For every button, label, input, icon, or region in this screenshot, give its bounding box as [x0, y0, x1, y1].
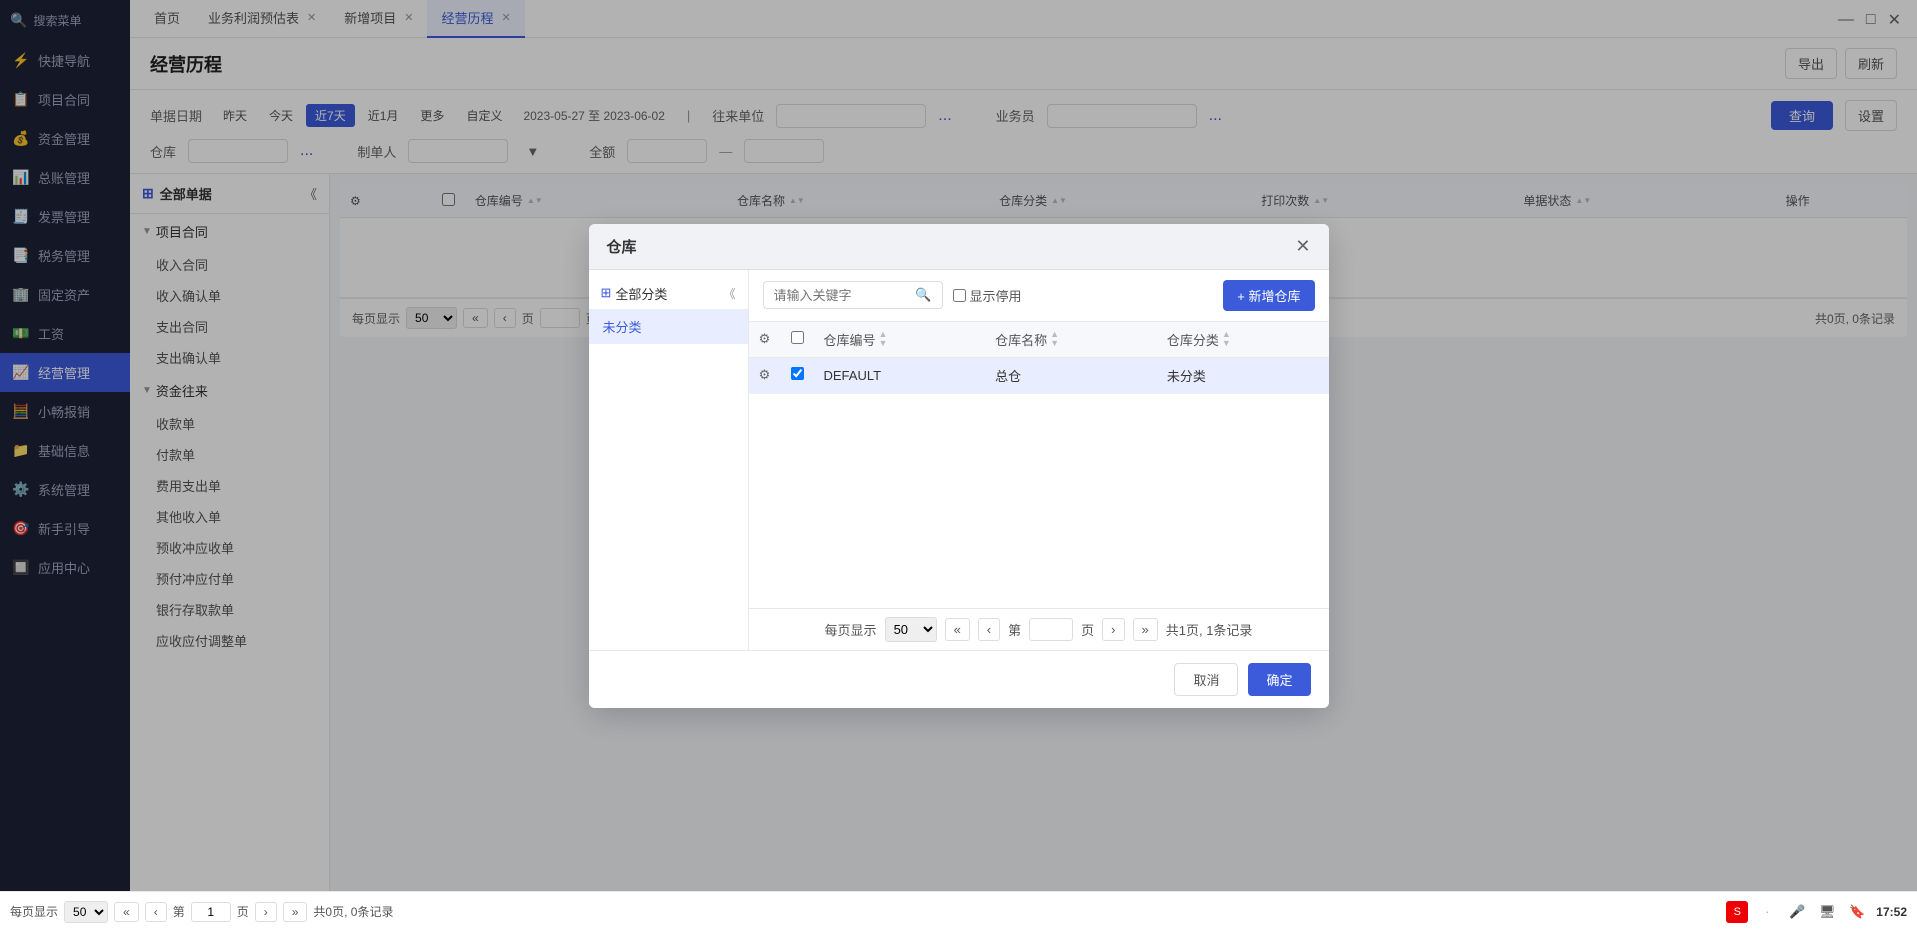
dialog-category-uncategorized[interactable]: 未分类	[589, 309, 748, 344]
dialog-close-button[interactable]: ✕	[1295, 236, 1310, 257]
dialog-row-category: 未分类	[1157, 357, 1329, 393]
dialog-pagination: 每页显示 50 100 « ‹ 第 1 页 › » 共1页, 1条记录	[749, 608, 1329, 650]
dialog-current-page[interactable]: 1	[1029, 618, 1073, 641]
dialog-row-code: DEFAULT	[814, 357, 986, 393]
dialog-toolbar: 🔍 显示停用 + 新增仓库	[749, 270, 1329, 322]
dialog-search-input[interactable]	[774, 288, 912, 303]
taskbar-page-suffix: 页	[237, 903, 249, 920]
dialog-row-name: 总仓	[985, 357, 1157, 393]
dialog-th-check[interactable]	[781, 322, 814, 358]
taskbar-first-page[interactable]: «	[130, 902, 139, 922]
dialog-footer: 取消 确定	[589, 650, 1329, 708]
taskbar-current-page[interactable]	[191, 902, 231, 922]
dialog-select-all[interactable]	[791, 331, 804, 344]
taskbar-time: 17:52	[1876, 905, 1907, 919]
dialog-prev-page[interactable]: ‹	[978, 618, 1000, 641]
dialog-th-name: 仓库名称 ▲▼	[985, 322, 1157, 358]
taskbar-last-page[interactable]: »	[283, 902, 308, 922]
confirm-button[interactable]: 确定	[1248, 663, 1310, 696]
dialog-header: 仓库 ✕	[589, 224, 1329, 270]
taskbar-prev-page[interactable]: ‹	[145, 902, 167, 922]
dialog-search-field[interactable]: 🔍	[763, 281, 943, 309]
taskbar-s-logo: S	[1726, 901, 1748, 923]
dialog-left-header: ⊞ 全部分类 《	[589, 278, 748, 309]
cancel-button[interactable]: 取消	[1174, 663, 1238, 696]
dialog-right-panel: 🔍 显示停用 + 新增仓库 ⚙	[749, 270, 1329, 650]
dialog-title: 仓库	[607, 236, 637, 257]
dialog-page-suffix: 页	[1081, 620, 1094, 639]
dialog-left-panel: ⊞ 全部分类 《 未分类	[589, 270, 749, 650]
dialog-body: ⊞ 全部分类 《 未分类 🔍	[589, 270, 1329, 650]
show-disabled-checkbox[interactable]	[953, 289, 966, 302]
dialog-per-page-label: 每页显示	[825, 620, 877, 639]
taskbar-next-page[interactable]: ›	[255, 902, 277, 922]
table-row[interactable]: ⚙ DEFAULT 总仓 未分类	[749, 357, 1329, 393]
dialog-row-checkbox[interactable]	[791, 367, 804, 380]
dialog-sort-category[interactable]: 仓库分类 ▲▼	[1167, 330, 1319, 349]
dialog-row-check[interactable]	[781, 357, 814, 393]
dialog-total-records: 共1页, 1条记录	[1166, 620, 1253, 639]
dialog-last-page[interactable]: »	[1133, 618, 1158, 641]
taskbar-bookmark-icon[interactable]: 🔖	[1846, 901, 1868, 923]
dialog-page-label: 第	[1008, 620, 1021, 639]
dialog-first-page[interactable]: «	[945, 618, 970, 641]
taskbar: 每页显示 50 « ‹ 第 页 › » 共0页, 0条记录 S · 🎤 🖥 🔖 …	[130, 891, 1917, 931]
dialog-overlay: 仓库 ✕ ⊞ 全部分类 《 未分类	[0, 0, 1917, 931]
taskbar-total: 共0页, 0条记录	[313, 903, 393, 920]
dialog-search-icon: 🔍	[915, 287, 931, 303]
dialog-table: ⚙ 仓库编号 ▲▼ 仓库名称	[749, 322, 1329, 394]
dialog-th-category: 仓库分类 ▲▼	[1157, 322, 1329, 358]
taskbar-screen-icon[interactable]: 🖥	[1816, 901, 1838, 923]
dialog-left-collapse[interactable]: 《	[723, 285, 735, 302]
taskbar-right: S · 🎤 🖥 🔖 17:52	[1726, 901, 1907, 923]
dialog-next-page[interactable]: ›	[1102, 618, 1124, 641]
all-categories-label: ⊞ 全部分类	[601, 284, 668, 303]
taskbar-dot-icon: ·	[1756, 901, 1778, 923]
taskbar-mic-icon[interactable]: 🎤	[1786, 901, 1808, 923]
dialog-table-wrap: ⚙ 仓库编号 ▲▼ 仓库名称	[749, 322, 1329, 608]
warehouse-dialog: 仓库 ✕ ⊞ 全部分类 《 未分类	[589, 224, 1329, 708]
show-disabled-label[interactable]: 显示停用	[953, 286, 1022, 305]
taskbar-pagination: 每页显示 50 « ‹ 第 页 › » 共0页, 0条记录	[130, 901, 393, 923]
dialog-th-settings[interactable]: ⚙	[749, 322, 781, 358]
dialog-sort-name[interactable]: 仓库名称 ▲▼	[995, 330, 1147, 349]
add-warehouse-button[interactable]: + 新增仓库	[1223, 280, 1314, 311]
dialog-row-settings[interactable]: ⚙	[749, 357, 781, 393]
dialog-per-page-select[interactable]: 50 100	[885, 617, 937, 642]
dialog-th-code: 仓库编号 ▲▼	[814, 322, 986, 358]
taskbar-page-label: 第	[173, 903, 185, 920]
dialog-sort-code[interactable]: 仓库编号 ▲▼	[824, 330, 976, 349]
